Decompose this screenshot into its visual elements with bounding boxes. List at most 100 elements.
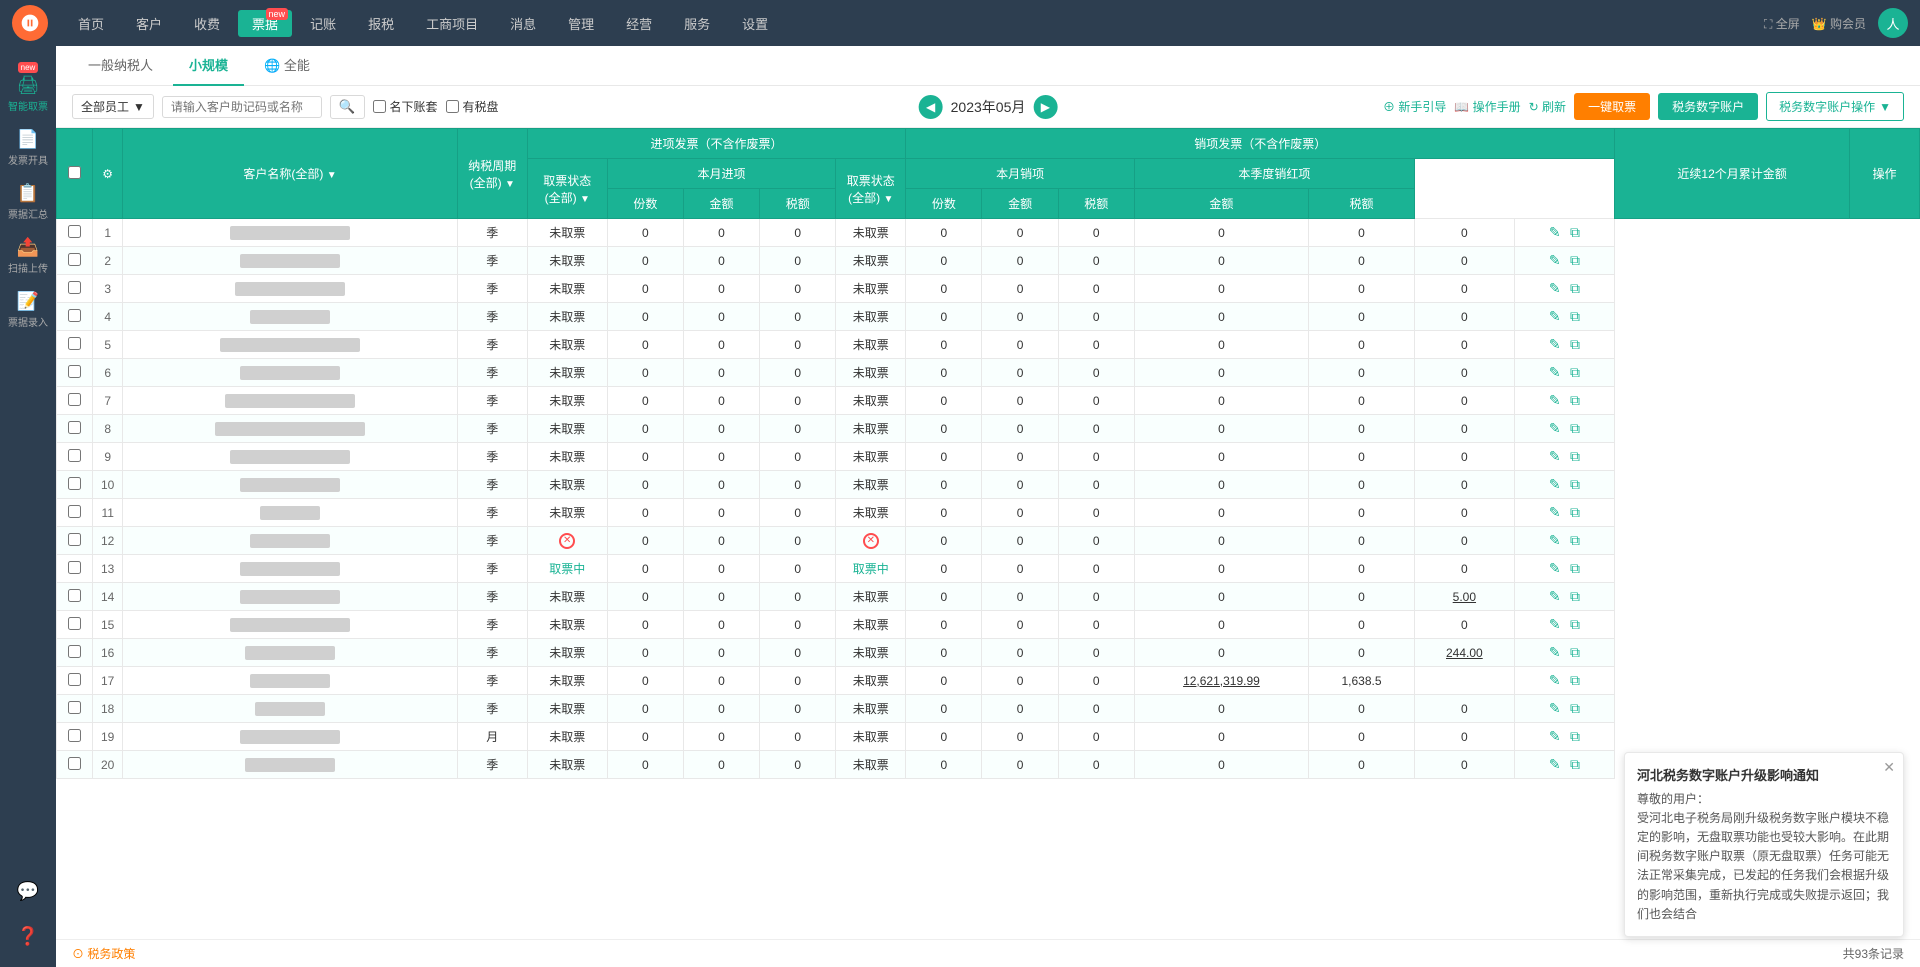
user-avatar[interactable]: 人	[1878, 8, 1908, 38]
edit-btn[interactable]: ✎	[1549, 224, 1561, 240]
copy-btn[interactable]: ⧉	[1570, 616, 1580, 632]
row-select-checkbox[interactable]	[68, 673, 81, 686]
edit-btn[interactable]: ✎	[1549, 392, 1561, 408]
row-checkbox[interactable]	[57, 499, 93, 527]
row-select-checkbox[interactable]	[68, 757, 81, 770]
copy-btn[interactable]: ⧉	[1570, 448, 1580, 464]
under-account-checkbox-label[interactable]: 名下账套	[373, 98, 438, 115]
nav-accounting[interactable]: 记账	[296, 10, 350, 37]
edit-btn[interactable]: ✎	[1549, 532, 1561, 548]
edit-btn[interactable]: ✎	[1549, 336, 1561, 352]
customer-search-input[interactable]	[162, 96, 322, 118]
row-checkbox[interactable]	[57, 695, 93, 723]
edit-btn[interactable]: ✎	[1549, 700, 1561, 716]
row-select-checkbox[interactable]	[68, 309, 81, 322]
tax-digital-account-btn[interactable]: 税务数字账户	[1658, 93, 1758, 120]
edit-btn[interactable]: ✎	[1549, 364, 1561, 380]
sidebar-item-smart-ticket[interactable]: new 🖨 智能取票	[0, 54, 56, 121]
copy-btn[interactable]: ⧉	[1570, 588, 1580, 604]
edit-btn[interactable]: ✎	[1549, 476, 1561, 492]
search-button[interactable]: 🔍	[330, 95, 365, 119]
edit-btn[interactable]: ✎	[1549, 252, 1561, 268]
tax-digital-ops-btn[interactable]: 税务数字账户操作 ▼	[1766, 92, 1904, 121]
edit-btn[interactable]: ✎	[1549, 504, 1561, 520]
edit-btn[interactable]: ✎	[1549, 756, 1561, 772]
nav-home[interactable]: 首页	[64, 10, 118, 37]
row-checkbox[interactable]	[57, 247, 93, 275]
nav-billing[interactable]: 收费	[180, 10, 234, 37]
edit-btn[interactable]: ✎	[1549, 448, 1561, 464]
edit-btn[interactable]: ✎	[1549, 588, 1561, 604]
copy-btn[interactable]: ⧉	[1570, 476, 1580, 492]
nav-operation[interactable]: 经营	[612, 10, 666, 37]
row-select-checkbox[interactable]	[68, 337, 81, 350]
nav-message[interactable]: 消息	[496, 10, 550, 37]
row-select-checkbox[interactable]	[68, 701, 81, 714]
edit-btn[interactable]: ✎	[1549, 280, 1561, 296]
row-checkbox[interactable]	[57, 359, 93, 387]
edit-btn[interactable]: ✎	[1549, 672, 1561, 688]
edit-btn[interactable]: ✎	[1549, 560, 1561, 576]
row-checkbox[interactable]	[57, 275, 93, 303]
row-select-checkbox[interactable]	[68, 449, 81, 462]
sidebar-item-help[interactable]: ❓	[13, 918, 43, 955]
sidebar-item-scan-upload[interactable]: 📤 扫描上传	[0, 229, 56, 283]
manual-link[interactable]: 📖 操作手册	[1454, 98, 1520, 115]
under-account-checkbox[interactable]	[373, 100, 386, 113]
member-btn[interactable]: 👑 购会员	[1812, 15, 1866, 32]
tab-general-taxpayer[interactable]: 一般纳税人	[72, 46, 169, 86]
notification-close-btn[interactable]: ✕	[1883, 759, 1895, 776]
sidebar-item-ticket-summary[interactable]: 📋 票据汇总	[0, 175, 56, 229]
has-tax-disk-checkbox[interactable]	[446, 100, 459, 113]
row-checkbox[interactable]	[57, 331, 93, 359]
row-select-checkbox[interactable]	[68, 589, 81, 602]
tax-policy-link[interactable]: ⊙ 税务政策	[72, 945, 135, 962]
sidebar-item-ticket-entry[interactable]: 📝 票据录入	[0, 283, 56, 337]
row-select-checkbox[interactable]	[68, 645, 81, 658]
copy-btn[interactable]: ⧉	[1570, 392, 1580, 408]
fullscreen-btn[interactable]: ⛶ 全屏	[1764, 15, 1800, 32]
row-checkbox[interactable]	[57, 387, 93, 415]
row-select-checkbox[interactable]	[68, 561, 81, 574]
copy-btn[interactable]: ⧉	[1570, 280, 1580, 296]
row-select-checkbox[interactable]	[68, 253, 81, 266]
copy-btn[interactable]: ⧉	[1570, 224, 1580, 240]
row-checkbox[interactable]	[57, 471, 93, 499]
row-select-checkbox[interactable]	[68, 477, 81, 490]
copy-btn[interactable]: ⧉	[1570, 532, 1580, 548]
sidebar-item-chat[interactable]: 💬	[13, 873, 43, 910]
row-select-checkbox[interactable]	[68, 729, 81, 742]
row-checkbox[interactable]	[57, 751, 93, 779]
sidebar-item-invoice-open[interactable]: 📄 发票开具	[0, 121, 56, 175]
row-checkbox[interactable]	[57, 443, 93, 471]
row-checkbox[interactable]	[57, 611, 93, 639]
copy-btn[interactable]: ⧉	[1570, 504, 1580, 520]
copy-btn[interactable]: ⧉	[1570, 560, 1580, 576]
copy-btn[interactable]: ⧉	[1570, 756, 1580, 772]
row-checkbox[interactable]	[57, 219, 93, 247]
edit-btn[interactable]: ✎	[1549, 644, 1561, 660]
row-select-checkbox[interactable]	[68, 365, 81, 378]
refresh-link[interactable]: ↻ 刷新	[1529, 98, 1566, 115]
employee-select[interactable]: 全部员工 ▼	[72, 94, 154, 119]
row-checkbox[interactable]	[57, 583, 93, 611]
edit-btn[interactable]: ✎	[1549, 616, 1561, 632]
edit-btn[interactable]: ✎	[1549, 420, 1561, 436]
copy-btn[interactable]: ⧉	[1570, 308, 1580, 324]
nav-business[interactable]: 工商项目	[412, 10, 492, 37]
row-select-checkbox[interactable]	[68, 505, 81, 518]
row-checkbox[interactable]	[57, 303, 93, 331]
copy-btn[interactable]: ⧉	[1570, 420, 1580, 436]
next-month-btn[interactable]: ▶	[1033, 95, 1057, 119]
row-checkbox[interactable]	[57, 667, 93, 695]
row-select-checkbox[interactable]	[68, 617, 81, 630]
nav-service[interactable]: 服务	[670, 10, 724, 37]
quick-ticket-btn[interactable]: 一键取票	[1574, 93, 1650, 120]
copy-btn[interactable]: ⧉	[1570, 252, 1580, 268]
row-select-checkbox[interactable]	[68, 533, 81, 546]
edit-btn[interactable]: ✎	[1549, 308, 1561, 324]
copy-btn[interactable]: ⧉	[1570, 364, 1580, 380]
row-checkbox[interactable]	[57, 555, 93, 583]
new-guide-link[interactable]: ⊕ 新手引导	[1383, 98, 1446, 115]
tab-small-scale[interactable]: 小规模	[173, 46, 244, 86]
